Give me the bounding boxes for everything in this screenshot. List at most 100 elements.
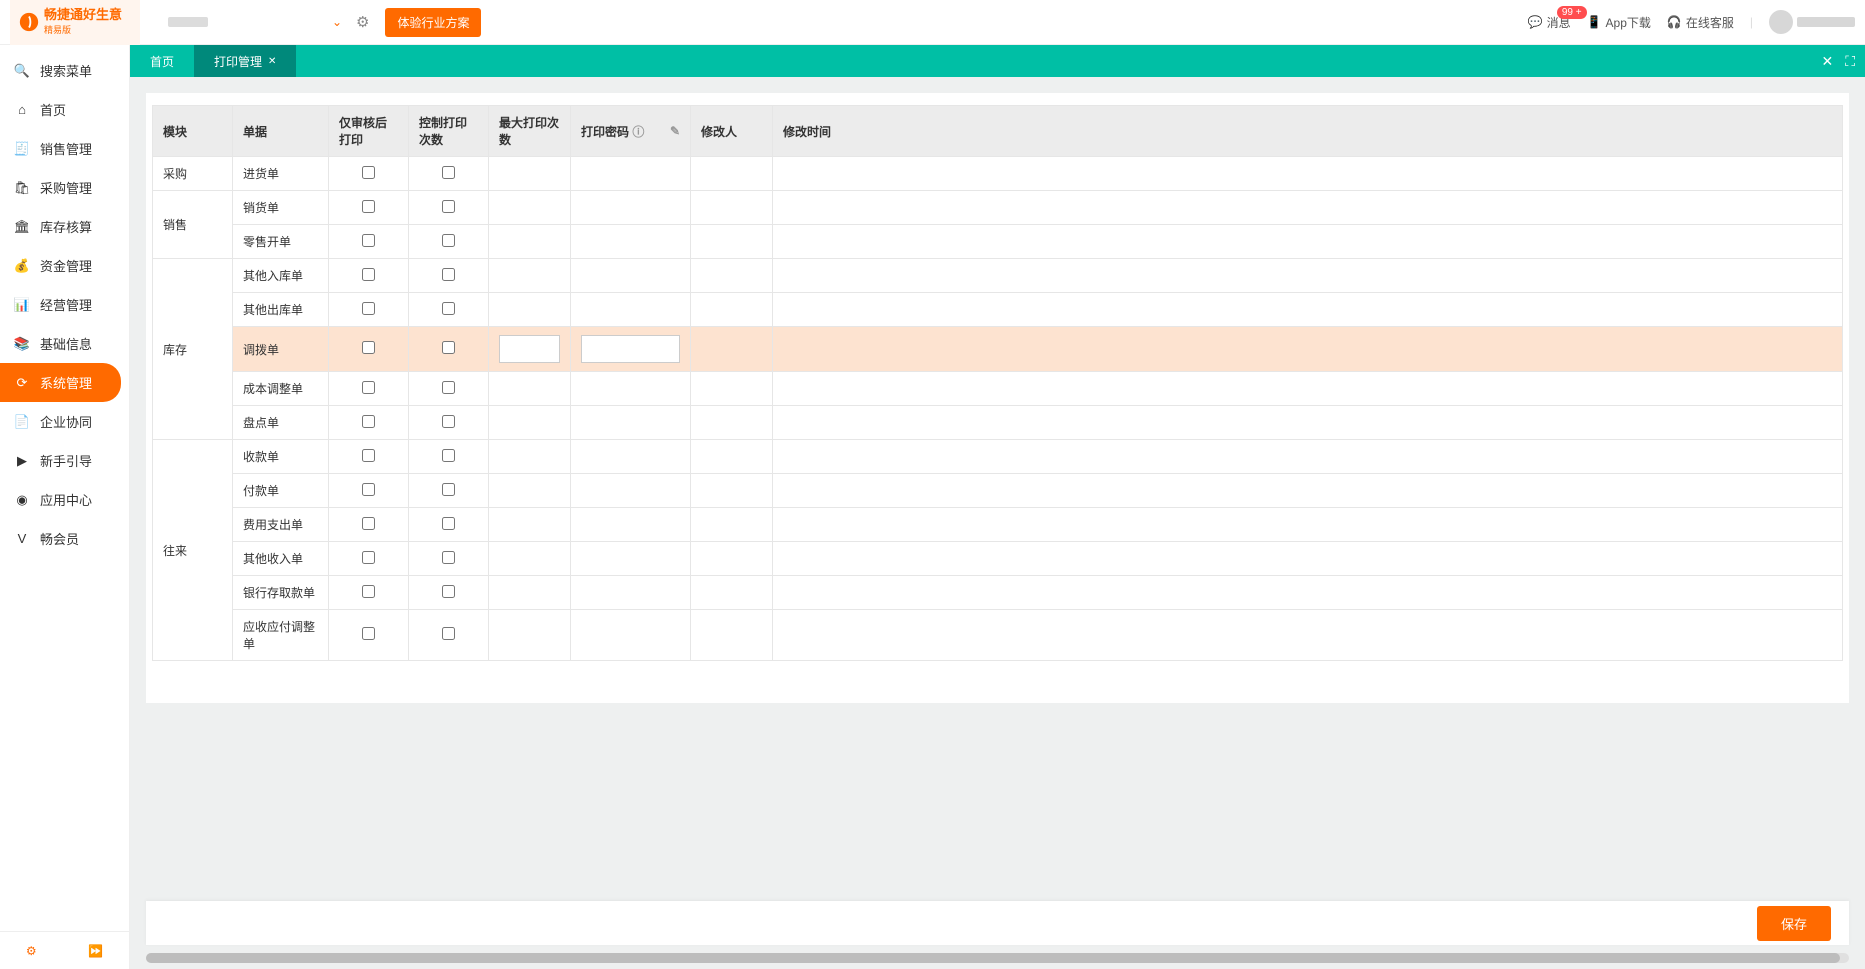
sidebar-item-label: 库存核算 [40,217,92,236]
modifier-cell [691,542,773,576]
scrollbar-thumb[interactable] [146,953,1840,963]
info-icon[interactable]: ⓘ [632,125,644,139]
sidebar-item-purchase-mgmt[interactable]: 🛍采购管理 [0,168,129,207]
module-cell: 库存 [153,259,233,440]
modify-time-cell [773,327,1843,372]
sidebar-item-biz-mgmt[interactable]: 📊经营管理 [0,285,129,324]
audit-only-checkbox[interactable] [362,483,375,496]
audit-only-checkbox[interactable] [362,517,375,530]
top-right-actions: 💬 消息 99 + 📱 App下载 🎧 在线客服 | [1528,10,1855,34]
sidebar-item-app-center[interactable]: ◉应用中心 [0,480,129,519]
control-count-checkbox[interactable] [442,449,455,462]
app-download-link[interactable]: 📱 App下载 [1587,14,1651,31]
modify-time-cell [773,610,1843,661]
control-count-checkbox[interactable] [442,483,455,496]
sidebar-item-coop[interactable]: 📄企业协同 [0,402,129,441]
control-count-checkbox[interactable] [442,381,455,394]
control-count-checkbox[interactable] [442,166,455,179]
pwd-input[interactable] [581,335,680,363]
control-count-checkbox[interactable] [442,341,455,354]
module-cell: 销售 [153,191,233,259]
sidebar-item-guide[interactable]: ▶新手引导 [0,441,129,480]
modifier-cell [691,406,773,440]
modify-time-cell [773,508,1843,542]
control-count-checkbox[interactable] [442,551,455,564]
th-doc: 单据 [233,106,329,157]
table-row: 采购进货单 [153,157,1843,191]
audit-only-checkbox[interactable] [362,449,375,462]
fullscreen-icon[interactable]: ⛶ [1845,53,1855,70]
control-count-checkbox[interactable] [442,200,455,213]
table-row: 销售销货单 [153,191,1843,225]
audit-only-checkbox[interactable] [362,381,375,394]
audit-only-checkbox[interactable] [362,551,375,564]
audit-only-checkbox[interactable] [362,200,375,213]
doc-cell: 银行存取款单 [233,576,329,610]
audit-only-checkbox[interactable] [362,302,375,315]
modifier-cell [691,225,773,259]
company-selector[interactable]: ⌄ [160,8,350,36]
top-header: 畅捷通好生意 精易版 ⌄ ⚙ 体验行业方案 💬 消息 99 + 📱 App下载 … [0,0,1865,45]
modify-time-cell [773,440,1843,474]
table-row: 其他收入单 [153,542,1843,576]
sidebar-item-label: 基础信息 [40,334,92,353]
edit-icon[interactable]: ✎ [670,124,680,138]
save-button[interactable]: 保存 [1757,906,1831,941]
settings-icon[interactable]: ⚙ [26,944,37,958]
tab-print-tab[interactable]: 打印管理✕ [194,45,296,77]
messages-link[interactable]: 💬 消息 99 + [1528,14,1571,31]
tab-close-icon[interactable]: ✕ [268,56,276,67]
horizontal-scrollbar[interactable] [146,953,1849,963]
audit-only-checkbox[interactable] [362,415,375,428]
modify-time-cell [773,293,1843,327]
modify-time-cell [773,259,1843,293]
max-count-input[interactable] [499,335,560,363]
sidebar-item-basic-info[interactable]: 📚基础信息 [0,324,129,363]
table-row: 银行存取款单 [153,576,1843,610]
pwd-cell [571,440,691,474]
modify-time-cell [773,576,1843,610]
control-count-checkbox[interactable] [442,585,455,598]
sidebar-item-search-menu[interactable]: 🔍搜索菜单 [0,51,129,90]
control-count-checkbox[interactable] [442,415,455,428]
control-count-checkbox[interactable] [442,234,455,247]
sidebar-item-inventory[interactable]: 🏛库存核算 [0,207,129,246]
max-count-cell [489,508,571,542]
pwd-cell [571,542,691,576]
control-count-checkbox[interactable] [442,268,455,281]
sidebar: 🔍搜索菜单⌂首页🧾销售管理🛍采购管理🏛库存核算 💰 资金管理 📊经营管理📚基础信息⟳系… [0,45,130,969]
control-count-checkbox[interactable] [442,627,455,640]
audit-only-checkbox[interactable] [362,268,375,281]
control-count-checkbox[interactable] [442,302,455,315]
app-download-label: App下载 [1606,14,1651,31]
collapse-icon[interactable]: ⏩ [88,944,103,958]
audit-only-checkbox[interactable] [362,627,375,640]
modifier-cell [691,610,773,661]
experience-button[interactable]: 体验行业方案 [385,8,481,37]
sidebar-item-sales-mgmt[interactable]: 🧾销售管理 [0,129,129,168]
control-count-checkbox[interactable] [442,517,455,530]
audit-only-checkbox[interactable] [362,234,375,247]
table-row: 应收应付调整单 [153,610,1843,661]
modifier-cell [691,440,773,474]
online-service-link[interactable]: 🎧 在线客服 [1667,14,1734,31]
doc-cell: 应收应付调整单 [233,610,329,661]
sidebar-footer: ⚙ ⏩ [0,931,129,969]
sidebar-item-finance[interactable]: 💰 资金管理 [0,246,129,285]
sidebar-item-system-mgmt[interactable]: ⟳系统管理 [0,363,121,402]
sidebar-item-label: 资金管理 [40,256,92,275]
sidebar-item-home[interactable]: ⌂首页 [0,90,129,129]
tab-home-tab[interactable]: 首页 [130,45,194,77]
brand-edition: 精易版 [44,23,122,36]
close-all-tabs-icon[interactable]: ✕ [1821,53,1833,70]
audit-only-checkbox[interactable] [362,585,375,598]
user-menu[interactable] [1769,10,1855,34]
sidebar-item-member[interactable]: V畅会员 [0,519,129,558]
audit-only-checkbox[interactable] [362,341,375,354]
finance-icon: 💰 [14,258,30,274]
gear-icon[interactable]: ⚙ [356,13,369,31]
audit-only-checkbox[interactable] [362,166,375,179]
bottom-action-bar: 保存 [146,901,1849,945]
doc-cell: 进货单 [233,157,329,191]
modify-time-cell [773,372,1843,406]
